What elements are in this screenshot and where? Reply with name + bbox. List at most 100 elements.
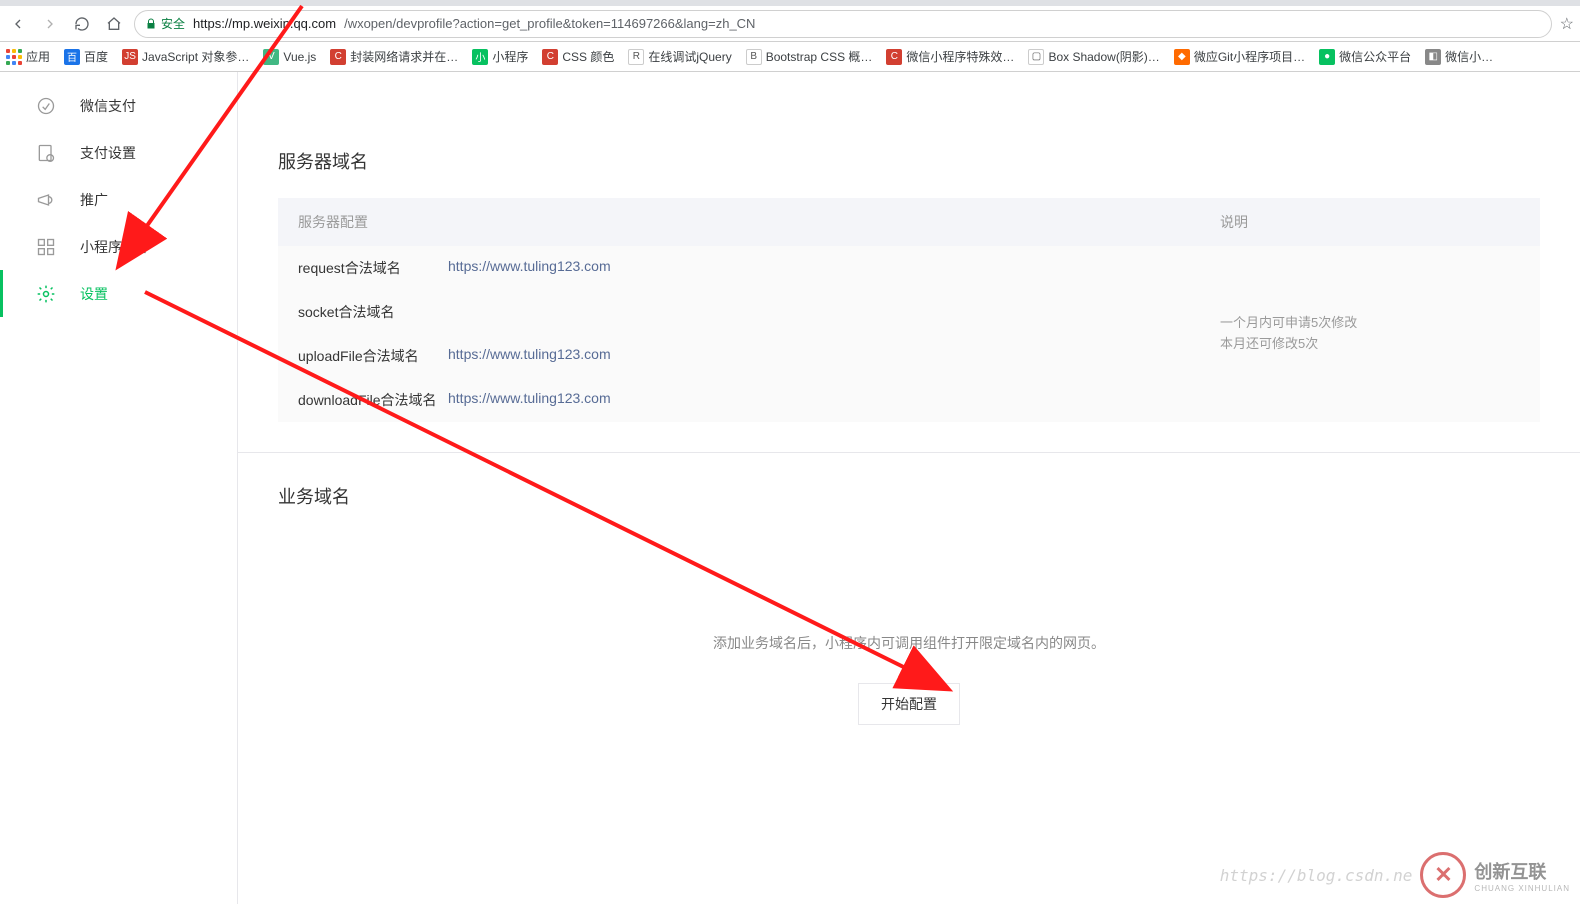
- bookmark-label: Vue.js: [283, 50, 316, 64]
- server-domain-section: 服务器域名 服务器配置 说明 request合法域名 https://www.t…: [238, 118, 1580, 452]
- favicon-icon: 小: [472, 49, 488, 65]
- biz-tip: 添加业务域名后，小程序内可调用组件打开限定域名内的网页。: [278, 633, 1540, 653]
- business-domain-section: 业务域名 添加业务域名后，小程序内可调用组件打开限定域名内的网页。 开始配置: [238, 452, 1580, 795]
- address-bar[interactable]: 安全 https://mp.weixin.qq.com/wxopen/devpr…: [134, 10, 1552, 38]
- sidebar-item-promotion[interactable]: 推广: [0, 176, 237, 223]
- sidebar-item-settings[interactable]: 设置: [0, 270, 237, 317]
- watermark-logo-icon: ✕: [1420, 852, 1466, 898]
- bookmark-label: 微信公众平台: [1339, 48, 1411, 65]
- page-body: 微信支付 支付设置 推广 小程序插件 设置: [0, 72, 1580, 904]
- bookmark-star-icon[interactable]: ☆: [1560, 14, 1574, 34]
- row-value: https://www.tuling123.com: [448, 258, 1220, 278]
- reload-button[interactable]: [70, 12, 94, 36]
- favicon-icon: JS: [122, 49, 138, 65]
- sidebar: 微信支付 支付设置 推广 小程序插件 设置: [0, 72, 238, 904]
- bookmark-item[interactable]: CCSS 颜色: [542, 48, 614, 65]
- favicon-icon: C: [886, 49, 902, 65]
- row-value: https://www.tuling123.com: [448, 346, 1220, 366]
- sidebar-item-label: 推广: [80, 190, 108, 210]
- row-label: socket合法域名: [298, 302, 448, 322]
- sidebar-item-label: 小程序插件: [80, 237, 150, 257]
- server-domain-table: 服务器配置 说明 request合法域名 https://www.tuling1…: [278, 198, 1540, 422]
- bookmark-label: 百度: [84, 48, 108, 65]
- sidebar-item-paysetting[interactable]: 支付设置: [0, 129, 237, 176]
- favicon-icon: ▢: [1028, 49, 1044, 65]
- desc-line: 本月还可修改5次: [1220, 334, 1520, 355]
- bookmark-label: 小程序: [492, 48, 528, 65]
- table-row: downloadFile合法域名 https://www.tuling123.c…: [298, 378, 1220, 422]
- megaphone-icon: [36, 190, 56, 210]
- sidebar-item-label: 微信支付: [80, 96, 136, 116]
- row-value: [448, 302, 1220, 322]
- sidebar-item-wechatpay[interactable]: 微信支付: [0, 82, 237, 129]
- wechatpay-icon: [36, 96, 56, 116]
- table-row: request合法域名 https://www.tuling123.com: [298, 246, 1220, 290]
- row-label: downloadFile合法域名: [298, 390, 448, 410]
- apps-label: 应用: [26, 48, 50, 65]
- bookmark-item[interactable]: C封装网络请求并在…: [330, 48, 458, 65]
- start-config-button[interactable]: 开始配置: [858, 683, 960, 725]
- bookmark-item[interactable]: ▢Box Shadow(阴影)…: [1028, 48, 1159, 65]
- sidebar-item-label: 支付设置: [80, 143, 136, 163]
- bookmark-label: 在线调试jQuery: [648, 48, 731, 65]
- home-button[interactable]: [102, 12, 126, 36]
- row-label: request合法域名: [298, 258, 448, 278]
- table-row: socket合法域名: [298, 290, 1220, 334]
- bookmark-item[interactable]: ◆微应Git小程序项目…: [1174, 48, 1305, 65]
- favicon-icon: ●: [1319, 49, 1335, 65]
- paysetting-icon: [36, 143, 56, 163]
- table-row: uploadFile合法域名 https://www.tuling123.com: [298, 334, 1220, 378]
- bookmark-label: 微信小程序特殊效…: [906, 48, 1014, 65]
- bookmark-label: 封装网络请求并在…: [350, 48, 458, 65]
- apps-button[interactable]: 应用: [6, 48, 50, 65]
- row-value: https://www.tuling123.com: [448, 390, 1220, 410]
- section-title: 服务器域名: [238, 148, 1580, 198]
- bookmark-label: 微信小…: [1445, 48, 1493, 65]
- watermark-brand: 创新互联: [1474, 862, 1546, 882]
- apps-icon: [6, 49, 22, 65]
- favicon-icon: ◆: [1174, 49, 1190, 65]
- bookmark-item[interactable]: ◧微信小…: [1425, 48, 1493, 65]
- watermark: https://blog.csdn.ne ✕ 创新互联 CHUANG XINHU…: [1220, 852, 1570, 898]
- bookmark-item[interactable]: V Vue.js: [263, 49, 316, 65]
- bookmarks-bar: 应用 百百度 JSJavaScript 对象参… VVue.js C封装网络请求…: [0, 42, 1580, 72]
- bookmark-item[interactable]: C微信小程序特殊效…: [886, 48, 1014, 65]
- forward-button[interactable]: [38, 12, 62, 36]
- favicon-icon: R: [628, 49, 644, 65]
- favicon-icon: ◧: [1425, 49, 1441, 65]
- col-header-desc: 说明: [1220, 212, 1520, 232]
- lock-icon: 安全: [145, 15, 185, 32]
- browser-toolbar: 安全 https://mp.weixin.qq.com/wxopen/devpr…: [0, 6, 1580, 42]
- bookmark-label: 微应Git小程序项目…: [1194, 48, 1305, 65]
- row-label: uploadFile合法域名: [298, 346, 448, 366]
- gear-icon: [36, 284, 56, 304]
- col-header-config: 服务器配置: [298, 212, 448, 232]
- sidebar-item-plugins[interactable]: 小程序插件: [0, 223, 237, 270]
- desc-column: 一个月内可申请5次修改 本月还可修改5次: [1220, 246, 1520, 422]
- bookmark-item[interactable]: 百百度: [64, 48, 108, 65]
- secure-label: 安全: [161, 15, 185, 32]
- favicon-icon: V: [263, 49, 279, 65]
- desc-line: 一个月内可申请5次修改: [1220, 313, 1520, 334]
- bookmark-item[interactable]: R在线调试jQuery: [628, 48, 731, 65]
- bookmark-label: CSS 颜色: [562, 48, 614, 65]
- favicon-icon: B: [746, 49, 762, 65]
- url-path: /wxopen/devprofile?action=get_profile&to…: [344, 16, 755, 31]
- bookmark-item[interactable]: 小小程序: [472, 48, 528, 65]
- back-button[interactable]: [6, 12, 30, 36]
- sidebar-item-label: 设置: [80, 284, 108, 304]
- watermark-brand-en: CHUANG XINHULIAN: [1474, 884, 1570, 893]
- bookmark-label: Box Shadow(阴影)…: [1048, 48, 1159, 65]
- plugin-icon: [36, 237, 56, 257]
- bookmark-item[interactable]: BBootstrap CSS 概…: [746, 48, 873, 65]
- bookmark-label: JavaScript 对象参…: [142, 48, 249, 65]
- favicon-icon: C: [330, 49, 346, 65]
- section-title: 业务域名: [238, 483, 1580, 533]
- favicon-icon: C: [542, 49, 558, 65]
- bookmark-item[interactable]: JSJavaScript 对象参…: [122, 48, 249, 65]
- table-header: 服务器配置 说明: [278, 198, 1540, 246]
- bookmark-item[interactable]: ●微信公众平台: [1319, 48, 1411, 65]
- main-content: 服务器域名 服务器配置 说明 request合法域名 https://www.t…: [238, 72, 1580, 904]
- url-host: https://mp.weixin.qq.com: [193, 16, 336, 31]
- bookmark-label: Bootstrap CSS 概…: [766, 48, 873, 65]
